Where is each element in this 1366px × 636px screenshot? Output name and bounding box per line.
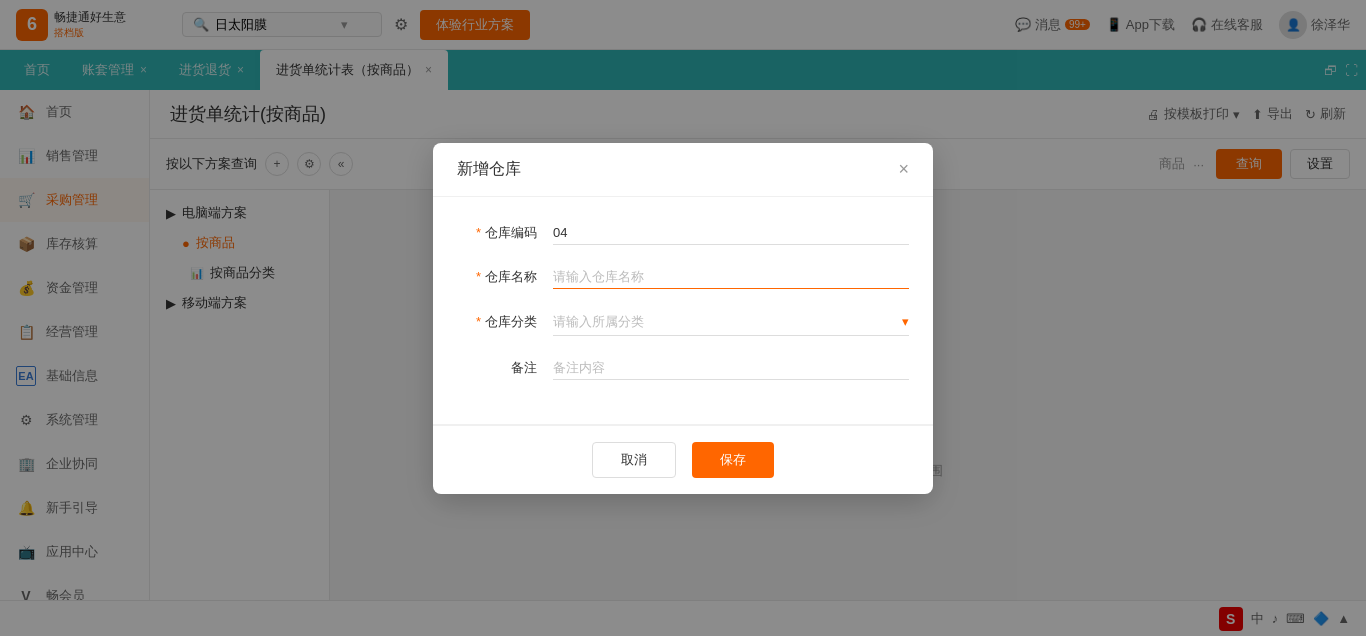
category-dropdown-icon: ▾: [902, 314, 909, 329]
form-row-note: 备注: [457, 356, 909, 380]
modal-overlay: 新增仓库 × 仓库编码 仓库名称 仓库分类 请输入所属分类 ▾: [0, 0, 1366, 636]
code-label: 仓库编码: [457, 224, 537, 242]
modal-header: 新增仓库 ×: [433, 143, 933, 197]
note-label: 备注: [457, 359, 537, 377]
modal-footer: 取消 保存: [433, 425, 933, 494]
form-row-code: 仓库编码: [457, 221, 909, 245]
cancel-button[interactable]: 取消: [592, 442, 676, 478]
modal-body: 仓库编码 仓库名称 仓库分类 请输入所属分类 ▾ 备注: [433, 197, 933, 424]
warehouse-category-select[interactable]: 请输入所属分类 ▾: [553, 309, 909, 336]
category-label: 仓库分类: [457, 313, 537, 331]
form-row-category: 仓库分类 请输入所属分类 ▾: [457, 309, 909, 336]
new-warehouse-modal: 新增仓库 × 仓库编码 仓库名称 仓库分类 请输入所属分类 ▾: [433, 143, 933, 494]
form-row-name: 仓库名称: [457, 265, 909, 289]
modal-close-button[interactable]: ×: [898, 160, 909, 178]
note-input[interactable]: [553, 356, 909, 380]
name-label: 仓库名称: [457, 268, 537, 286]
modal-title: 新增仓库: [457, 159, 521, 180]
save-button[interactable]: 保存: [692, 442, 774, 478]
warehouse-code-input[interactable]: [553, 221, 909, 245]
warehouse-name-input[interactable]: [553, 265, 909, 289]
category-placeholder: 请输入所属分类: [553, 313, 644, 331]
